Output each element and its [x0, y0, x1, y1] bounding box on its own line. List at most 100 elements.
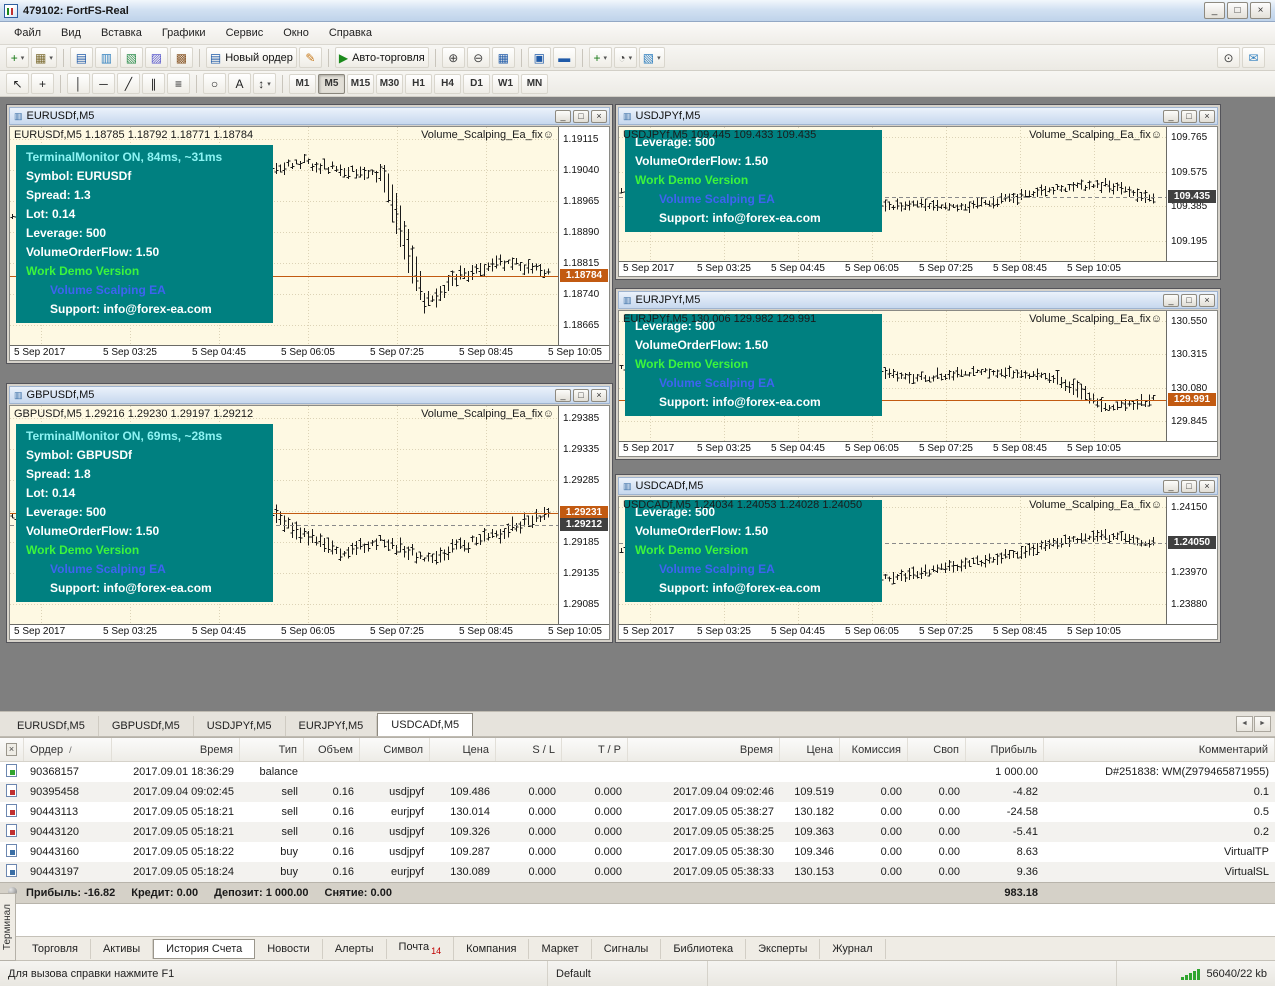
column-header-7[interactable]: T / P	[562, 738, 628, 761]
chart-plot-area[interactable]: TerminalMonitor ON, 84ms, ~31ms Symbol: E…	[10, 127, 558, 345]
history-row-90443160[interactable]: 90443160 2017.09.05 05:18:22 buy 0.16 usdjpy…	[0, 842, 1275, 862]
maximize-button[interactable]: □	[1227, 2, 1248, 19]
chart-plot-area[interactable]: TerminalMonitor ON, 69ms, ~28ms Symbol: G…	[10, 406, 558, 624]
chart-canvas[interactable]: TerminalMonitor ON, 84ms, ~31ms Symbol: E…	[9, 126, 610, 361]
cursor-button[interactable]: ↖	[6, 73, 29, 94]
equidistant-channel-button[interactable]: ∥	[142, 73, 165, 94]
chart-canvas[interactable]: TerminalMonitor ON, 69ms, ~28ms Symbol: G…	[9, 405, 610, 640]
column-header-12[interactable]: Прибыль	[966, 738, 1044, 761]
column-header-11[interactable]: Своп	[908, 738, 966, 761]
terminal-close-button[interactable]: ×	[6, 743, 17, 756]
market-watch-button[interactable]: ▤	[69, 47, 93, 68]
chart-tab-eurjpyf-m5[interactable]: EURJPYf,M5	[286, 716, 378, 736]
chart-canvas[interactable]: Leverage: 500 VolumeOrderFlow: 1.50 Work D…	[618, 126, 1218, 277]
trendline-button[interactable]: ╱	[117, 73, 140, 94]
chart-restore-button[interactable]: □	[1181, 293, 1197, 307]
terminal-tab-4[interactable]: Алерты	[323, 938, 387, 959]
arrows-button[interactable]: ↕ ▾	[253, 73, 276, 94]
history-row-90368157[interactable]: 90368157 2017.09.01 18:36:29 balance 1 000.…	[0, 762, 1275, 782]
price-scale[interactable]: 1.293851.293351.292851.292351.291851.291…	[558, 406, 609, 624]
column-header-1[interactable]: Время	[112, 738, 240, 761]
chart-plot-area[interactable]: Leverage: 500 VolumeOrderFlow: 1.50 Work D…	[619, 127, 1166, 261]
timeframe-m5-button[interactable]: M5	[318, 73, 345, 94]
history-row-90395458[interactable]: 90395458 2017.09.04 09:02:45 sell 0.16 usdjp…	[0, 782, 1275, 802]
chart-close-button[interactable]: ×	[591, 388, 607, 402]
column-header-5[interactable]: Цена	[430, 738, 496, 761]
chart-canvas[interactable]: Leverage: 500 VolumeOrderFlow: 1.50 Work D…	[618, 496, 1218, 640]
price-scale[interactable]: 130.550 130.315 130.080 129.845 129.991	[1166, 311, 1217, 441]
tile-windows-button[interactable]: ▦	[491, 47, 515, 68]
terminal-tab-6[interactable]: Компания	[454, 938, 530, 959]
chart-restore-button[interactable]: □	[1181, 109, 1197, 123]
history-row-90443120[interactable]: 90443120 2017.09.05 05:18:21 sell 0.16 usdjp…	[0, 822, 1275, 842]
chart-window-titlebar[interactable]: ▥ EURJPYf,M5 _ □ ×	[618, 291, 1218, 309]
metaeditor-button[interactable]: ✎	[298, 47, 322, 68]
time-axis[interactable]: 5 Sep 2017 5 Sep 03:25 5 Sep 04:45 5 Sep 06…	[10, 624, 609, 639]
menu-item-3[interactable]: Графики	[152, 23, 216, 43]
chart-close-button[interactable]: ×	[1199, 293, 1215, 307]
terminal-panel-button[interactable]: ▨	[144, 47, 168, 68]
add-indicator-button[interactable]: + ▾	[588, 47, 612, 68]
terminal-tab-5[interactable]: Почта 14	[387, 937, 455, 960]
chart-tabs-scroll-right-button[interactable]: ►	[1254, 716, 1271, 732]
new-order-button[interactable]: ▤ Новый ордер	[205, 47, 297, 68]
chart-restore-button[interactable]: □	[573, 109, 589, 123]
chat-button[interactable]: ✉	[1242, 47, 1265, 68]
time-axis[interactable]: 5 Sep 2017 5 Sep 03:25 5 Sep 04:45 5 Sep 06…	[10, 345, 609, 360]
chart-restore-button[interactable]: □	[1181, 479, 1197, 493]
chart-tab-eurusdf-m5[interactable]: EURUSDf,M5	[4, 716, 99, 736]
search-button[interactable]: ⊙	[1217, 47, 1240, 68]
templates-button[interactable]: ▧ ▾	[638, 47, 665, 68]
chart-window-titlebar[interactable]: ▥ EURUSDf,M5 _ □ ×	[9, 107, 610, 125]
menu-item-4[interactable]: Сервис	[216, 23, 274, 43]
shapes-button[interactable]: ○	[203, 73, 226, 94]
zoom-in-button[interactable]: ⊕	[441, 47, 465, 68]
chart-window-titlebar[interactable]: ▥ USDCADf,M5 _ □ ×	[618, 477, 1218, 495]
timeframe-d1-button[interactable]: D1	[463, 73, 490, 94]
price-scale[interactable]: 1.19115 1.19040 1.18965 1.18890 1.18815 1.187…	[558, 127, 609, 345]
chart-window-titlebar[interactable]: ▥ GBPUSDf,M5 _ □ ×	[9, 386, 610, 404]
crosshair-button[interactable]: +	[31, 73, 54, 94]
chart-canvas[interactable]: Leverage: 500 VolumeOrderFlow: 1.50 Work D…	[618, 310, 1218, 457]
chart-minimize-button[interactable]: _	[555, 388, 571, 402]
column-header-8[interactable]: Время	[628, 738, 780, 761]
profiles-button[interactable]: ▦ ▾	[31, 47, 57, 68]
price-scale[interactable]: 109.765 109.575 109.385 109.195 109.435	[1166, 127, 1217, 261]
periods-button[interactable]: ◔ ▾	[613, 47, 637, 68]
navigator-button[interactable]: ▧	[119, 47, 143, 68]
column-header-3[interactable]: Объем	[304, 738, 360, 761]
chart-window-titlebar[interactable]: ▥ USDJPYf,M5 _ □ ×	[618, 107, 1218, 125]
vertical-line-button[interactable]: │	[67, 73, 90, 94]
chart-tabs-scroll-left-button[interactable]: ◄	[1236, 716, 1253, 732]
terminal-tab-1[interactable]: Активы	[91, 938, 154, 959]
column-header-6[interactable]: S / L	[496, 738, 562, 761]
column-header-0[interactable]: Ордер /	[24, 738, 112, 761]
timeframe-m1-button[interactable]: M1	[289, 73, 316, 94]
horizontal-line-button[interactable]: ─	[92, 73, 115, 94]
auto-trading-button[interactable]: ▶ Авто-торговля	[334, 47, 429, 68]
chart-close-button[interactable]: ×	[1199, 109, 1215, 123]
data-window-button[interactable]: ▥	[94, 47, 118, 68]
chart-close-button[interactable]: ×	[1199, 479, 1215, 493]
column-header-10[interactable]: Комиссия	[840, 738, 908, 761]
column-header-9[interactable]: Цена	[780, 738, 840, 761]
zoom-out-button[interactable]: ⊖	[466, 47, 490, 68]
timeframe-h1-button[interactable]: H1	[405, 73, 432, 94]
terminal-tab-8[interactable]: Сигналы	[592, 938, 662, 959]
terminal-tab-3[interactable]: Новости	[255, 938, 323, 959]
time-axis[interactable]: 5 Sep 2017 5 Sep 03:25 5 Sep 04:45 5 Sep 06…	[619, 441, 1217, 456]
terminal-tab-7[interactable]: Маркет	[529, 938, 592, 959]
new-chart-button[interactable]: + ▾	[6, 47, 29, 68]
menu-item-5[interactable]: Окно	[273, 23, 319, 43]
time-axis[interactable]: 5 Sep 2017 5 Sep 03:25 5 Sep 04:45 5 Sep 06…	[619, 261, 1217, 276]
terminal-side-tab[interactable]: Терминал	[0, 893, 16, 961]
history-row-90443113[interactable]: 90443113 2017.09.05 05:18:21 sell 0.16 eurjp…	[0, 802, 1275, 822]
text-button[interactable]: A	[228, 73, 251, 94]
arrange-horizontal-button[interactable]: ▬	[552, 47, 576, 68]
chart-minimize-button[interactable]: _	[555, 109, 571, 123]
terminal-tab-0[interactable]: Торговля	[20, 938, 91, 959]
menu-item-6[interactable]: Справка	[319, 23, 382, 43]
terminal-tab-2[interactable]: История Счета	[153, 938, 256, 959]
timeframe-m30-button[interactable]: M30	[376, 73, 403, 94]
chart-minimize-button[interactable]: _	[1163, 109, 1179, 123]
